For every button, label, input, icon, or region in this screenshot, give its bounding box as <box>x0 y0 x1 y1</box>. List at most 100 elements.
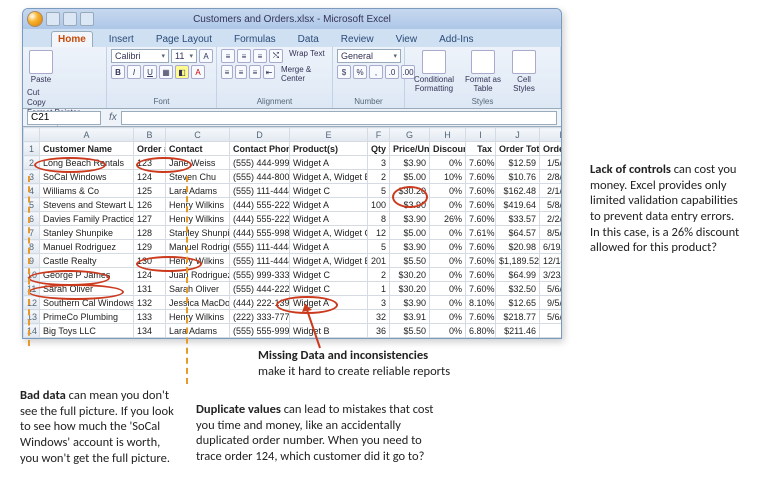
header-cell[interactable]: Order Total <box>496 142 540 156</box>
cell[interactable]: 10% <box>430 170 466 184</box>
cell[interactable]: Manuel Rodriguez <box>40 240 134 254</box>
cell[interactable]: Southern Cal Windows <box>40 296 134 310</box>
cell[interactable]: Widget A, Widget B <box>290 170 368 184</box>
cell[interactable]: 8/5/1999 <box>540 226 563 240</box>
cell[interactable]: Henry Wilkins <box>166 310 230 324</box>
cell[interactable]: $3.90 <box>390 156 430 170</box>
cell[interactable]: 0% <box>430 324 466 338</box>
cell[interactable]: $30.20 <box>390 184 430 198</box>
cell[interactable]: $162.48 <box>496 184 540 198</box>
cell[interactable]: $33.57 <box>496 212 540 226</box>
cell[interactable]: 7.60% <box>466 268 496 282</box>
cell[interactable]: Long Beach Rentals <box>40 156 134 170</box>
header-cell[interactable]: Product(s) <box>290 142 368 156</box>
cell[interactable]: Henry Wilkins <box>166 254 230 268</box>
select-all-corner[interactable] <box>24 128 40 142</box>
cell[interactable]: 7.61% <box>466 226 496 240</box>
align-left-icon[interactable]: ≡ <box>221 65 233 79</box>
cell[interactable]: 2/2/1998 <box>540 212 563 226</box>
cell[interactable]: Lara Adams <box>166 324 230 338</box>
cell[interactable]: Widget C <box>290 184 368 198</box>
cell[interactable]: 7.60% <box>466 156 496 170</box>
header-cell[interactable]: Order # <box>134 142 166 156</box>
col-A[interactable]: A <box>40 128 134 142</box>
cell[interactable]: 0% <box>430 282 466 296</box>
cell[interactable]: Widget A <box>290 240 368 254</box>
cell[interactable]: $64.57 <box>496 226 540 240</box>
italic-button[interactable]: I <box>127 65 141 79</box>
wrap-text-button[interactable]: Wrap Text <box>289 49 325 63</box>
header-cell[interactable]: Tax <box>466 142 496 156</box>
header-cell[interactable]: Customer Name <box>40 142 134 156</box>
cell[interactable]: 8 <box>368 212 390 226</box>
cell[interactable]: 32 <box>368 310 390 324</box>
cell[interactable]: Big Toys LLC <box>40 324 134 338</box>
col-G[interactable]: G <box>390 128 430 142</box>
cell[interactable]: (222) 333-7777 <box>230 310 290 324</box>
tab-addins[interactable]: Add-Ins <box>433 32 479 47</box>
cell[interactable]: (555) 444-8000 <box>230 170 290 184</box>
cell[interactable]: (444) 222-1393 <box>230 296 290 310</box>
cell[interactable]: $5.50 <box>390 324 430 338</box>
row-header[interactable]: 1 <box>24 142 40 156</box>
cell[interactable]: 0% <box>430 198 466 212</box>
cell[interactable]: 7.60% <box>466 198 496 212</box>
cell[interactable]: Henry Wilkins <box>166 198 230 212</box>
col-E[interactable]: E <box>290 128 368 142</box>
cell[interactable]: 5 <box>368 240 390 254</box>
cell[interactable]: 0% <box>430 226 466 240</box>
cell[interactable]: Sarah Oliver <box>40 282 134 296</box>
cell[interactable]: $5.00 <box>390 226 430 240</box>
col-D[interactable]: D <box>230 128 290 142</box>
copy-button[interactable]: Copy <box>27 98 80 107</box>
cell[interactable]: 26% <box>430 212 466 226</box>
merge-center-button[interactable]: Merge & Center <box>281 65 328 83</box>
cell[interactable]: 2 <box>368 268 390 282</box>
cell[interactable]: $218.77 <box>496 310 540 324</box>
cell[interactable]: 0% <box>430 254 466 268</box>
cell[interactable]: $419.64 <box>496 198 540 212</box>
col-K[interactable]: K <box>540 128 563 142</box>
align-middle-icon[interactable]: ≡ <box>237 49 251 63</box>
cell[interactable]: Jessica MacDonald <box>166 296 230 310</box>
header-cell[interactable]: Price/Unit <box>390 142 430 156</box>
format-as-table-button[interactable]: Format as Table <box>462 49 504 94</box>
cell[interactable]: 0% <box>430 240 466 254</box>
row-header[interactable]: 9 <box>24 254 40 268</box>
cell[interactable]: 201 <box>368 254 390 268</box>
cell[interactable]: 5/6/2009 <box>540 310 563 324</box>
tab-formulas[interactable]: Formulas <box>228 32 282 47</box>
currency-icon[interactable]: $ <box>337 65 351 79</box>
header-cell[interactable]: Contact Phone <box>230 142 290 156</box>
cell[interactable]: 12 <box>368 226 390 240</box>
cell[interactable]: 5/6/2009 <box>540 282 563 296</box>
fill-color-button[interactable]: ◧ <box>175 65 189 79</box>
row-header[interactable]: 11 <box>24 282 40 296</box>
cell[interactable]: $12.59 <box>496 156 540 170</box>
cell[interactable]: (555) 444-9999 <box>230 156 290 170</box>
align-bottom-icon[interactable]: ≡ <box>253 49 267 63</box>
cell[interactable]: 3 <box>368 296 390 310</box>
row-header[interactable]: 10 <box>24 268 40 282</box>
cell[interactable]: 0% <box>430 268 466 282</box>
cell[interactable]: 132 <box>134 296 166 310</box>
cell[interactable]: Stevens and Stewart LLC <box>40 198 134 212</box>
cell[interactable]: Juan Rodriguez <box>166 268 230 282</box>
row-header[interactable]: 4 <box>24 184 40 198</box>
align-top-icon[interactable]: ≡ <box>221 49 235 63</box>
cell[interactable]: 130 <box>134 254 166 268</box>
conditional-formatting-button[interactable]: Conditional Formatting <box>409 49 459 94</box>
cell[interactable]: 127 <box>134 212 166 226</box>
tab-insert[interactable]: Insert <box>103 32 140 47</box>
cell[interactable]: (555) 444-2222 <box>230 282 290 296</box>
cell[interactable]: 36 <box>368 324 390 338</box>
header-cell[interactable]: Discount <box>430 142 466 156</box>
cell[interactable]: 7.60% <box>466 254 496 268</box>
cell[interactable]: 7.60% <box>466 184 496 198</box>
cell[interactable] <box>540 324 563 338</box>
align-right-icon[interactable]: ≡ <box>249 65 261 79</box>
cell[interactable]: (444) 555-2222 <box>230 198 290 212</box>
col-B[interactable]: B <box>134 128 166 142</box>
cell[interactable]: Manuel Rodriguez <box>166 240 230 254</box>
font-color-button[interactable]: A <box>191 65 205 79</box>
